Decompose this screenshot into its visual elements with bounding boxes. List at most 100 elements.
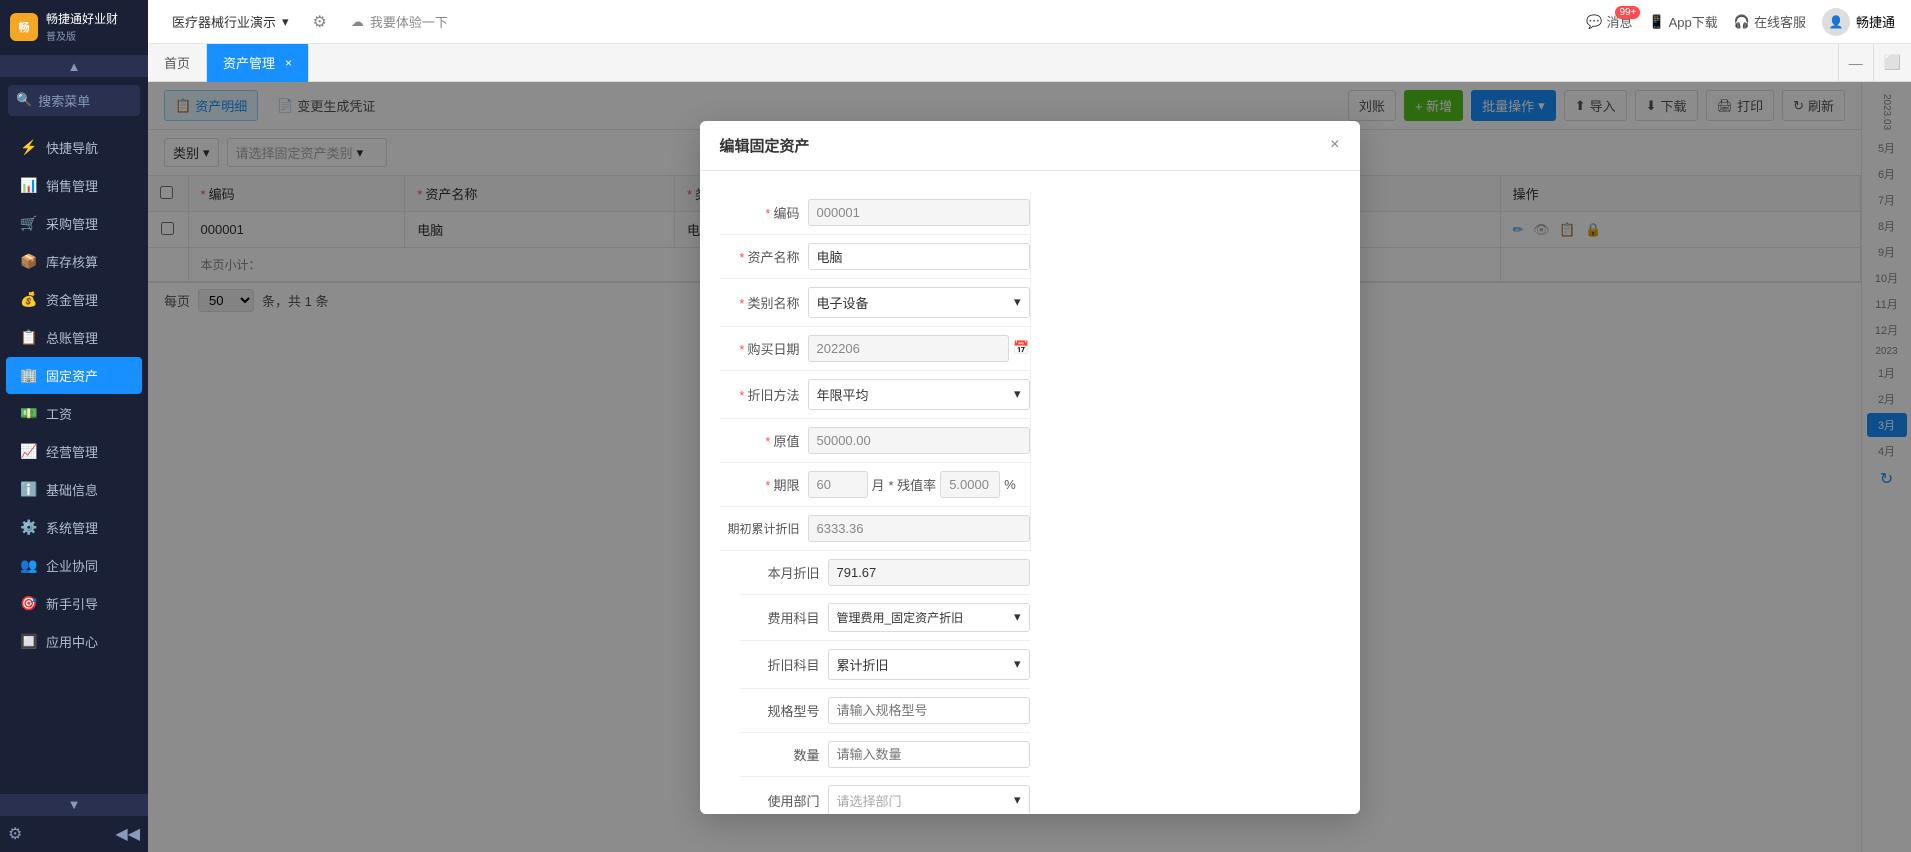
form-row-name: *资产名称 xyxy=(720,235,1030,279)
form-right-col: 本月折旧 费用科目 管理费用_固定资产折旧 ▾ xyxy=(720,551,1030,814)
sidebar-item-purchase[interactable]: 🛒 采购管理 xyxy=(6,205,142,242)
form-row-depreciation-method: *折旧方法 年限平均 ▾ xyxy=(720,371,1030,419)
service-btn[interactable]: 🎧 在线客服 xyxy=(1734,12,1806,31)
sidebar-item-app-center[interactable]: 🔲 应用中心 xyxy=(6,623,142,660)
expense-subject-select[interactable]: 管理费用_固定资产折旧 ▾ xyxy=(828,603,1030,632)
maximize-btn[interactable]: ⬜ xyxy=(1873,44,1911,82)
sidebar-item-ledger[interactable]: 📋 总账管理 xyxy=(6,319,142,356)
chevron-down-icon: ▾ xyxy=(282,14,289,30)
tab-bar: 首页 资产管理 × — ⬜ xyxy=(148,44,1911,82)
monthly-depr-label: 本月折旧 xyxy=(740,563,820,582)
spec-label: 规格型号 xyxy=(740,701,820,720)
sidebar-item-label: 采购管理 xyxy=(46,214,98,233)
app-download-label: App下载 xyxy=(1669,12,1718,31)
residual-rate-label: * 残值率 xyxy=(889,475,937,494)
depreciation-method-select[interactable]: 年限平均 ▾ xyxy=(808,379,1030,410)
modal-title: 编辑固定资产 xyxy=(720,135,810,156)
content-area: 📋 资产明细 📄 变更生成凭证 刘账 + 新增 批量操作 xyxy=(148,82,1911,852)
avatar-icon: 👤 xyxy=(1829,15,1844,29)
tab-asset-management[interactable]: 资产管理 × xyxy=(207,44,309,82)
ledger-icon: 📋 xyxy=(20,328,38,346)
experience-btn[interactable]: ☁ 我要体验一下 xyxy=(351,12,448,31)
sidebar-item-basic-info[interactable]: ℹ️ 基础信息 xyxy=(6,471,142,508)
spec-input[interactable] xyxy=(828,697,1030,724)
app-subtitle: 普及版 xyxy=(46,28,118,43)
sidebar-item-inventory[interactable]: 📦 库存核算 xyxy=(6,243,142,280)
modal-header: 编辑固定资产 × xyxy=(700,121,1360,171)
settings-icon[interactable]: ⚙ xyxy=(309,8,331,36)
tab-close-icon[interactable]: × xyxy=(285,56,292,70)
form-row-category: *类别名称 电子设备 ▾ xyxy=(720,279,1030,327)
scroll-up[interactable]: ▲ xyxy=(0,56,148,77)
sidebar-item-label: 系统管理 xyxy=(46,518,98,537)
sidebar-item-sales[interactable]: 📊 销售管理 xyxy=(6,167,142,204)
expense-subject-label: 费用科目 xyxy=(740,608,820,627)
period-input[interactable] xyxy=(808,471,868,498)
app-center-icon: 🔲 xyxy=(20,632,38,650)
sidebar-item-fixed-assets[interactable]: 🏢 固定资产 xyxy=(6,357,142,394)
residual-rate-input[interactable] xyxy=(940,471,1000,498)
original-value-label: *原值 xyxy=(720,431,800,450)
name-input[interactable] xyxy=(808,243,1030,270)
tab-home[interactable]: 首页 xyxy=(148,44,207,82)
sidebar-item-salary[interactable]: 💵 工资 xyxy=(6,395,142,432)
sidebar-item-quick-nav[interactable]: ⚡ 快捷导航 xyxy=(6,129,142,166)
topbar-right: 💬 消息 99+ 📱 App下载 🎧 在线客服 👤 畅捷通 xyxy=(1586,8,1895,36)
user-menu[interactable]: 👤 畅捷通 xyxy=(1822,8,1895,36)
purchase-date-input[interactable] xyxy=(808,335,1010,362)
sidebar-nav: ⚡ 快捷导航 📊 销售管理 🛒 采购管理 📦 库存核算 💰 资金管理 📋 总账管… xyxy=(0,124,148,794)
scroll-down[interactable]: ▼ xyxy=(0,794,148,815)
depr-subject-select[interactable]: 累计折旧 ▾ xyxy=(828,649,1030,680)
quantity-input[interactable] xyxy=(828,741,1030,768)
tab-home-label: 首页 xyxy=(164,53,190,72)
sidebar-item-label: 总账管理 xyxy=(46,328,98,347)
chevron-down-icon: ▾ xyxy=(1014,656,1021,672)
sidebar-item-collab[interactable]: 👥 企业协同 xyxy=(6,547,142,584)
sidebar-item-finance[interactable]: 💰 资金管理 xyxy=(6,281,142,318)
form-grid: *编码 *资产名称 *类别名称 电子设备 xyxy=(720,191,1340,814)
service-label: 在线客服 xyxy=(1754,12,1806,31)
main-area: 医疗器械行业演示 ▾ ⚙ ☁ 我要体验一下 💬 消息 99+ 📱 App下载 🎧… xyxy=(148,0,1911,852)
message-icon: 💬 xyxy=(1586,14,1602,30)
code-input[interactable] xyxy=(808,199,1030,226)
sidebar-item-label: 新手引导 xyxy=(46,594,98,613)
sidebar-item-guide[interactable]: 🎯 新手引导 xyxy=(6,585,142,622)
original-value-input[interactable] xyxy=(808,427,1030,454)
sidebar-item-label: 库存核算 xyxy=(46,252,98,271)
search-label: 搜索菜单 xyxy=(38,91,90,110)
chevron-down-icon: ▾ xyxy=(1014,609,1021,625)
depr-subject-label: 折旧科目 xyxy=(740,655,820,674)
app-download-btn[interactable]: 📱 App下载 xyxy=(1648,12,1717,31)
settings-button[interactable]: ⚙ xyxy=(8,824,22,844)
form-row-spec: 规格型号 xyxy=(740,689,1030,733)
department-select[interactable]: 请选择部门 ▾ xyxy=(828,785,1030,814)
edit-modal: 编辑固定资产 × *编码 *资产名称 xyxy=(700,121,1360,814)
form-row-period: *期限 月 * 残值率 % xyxy=(720,463,1030,507)
sidebar-item-label: 经营管理 xyxy=(46,442,98,461)
category-value: 电子设备 xyxy=(817,293,869,312)
fixed-assets-icon: 🏢 xyxy=(20,366,38,384)
minimize-btn[interactable]: — xyxy=(1838,44,1873,82)
form-row-accum-depr: 期初累计折旧 xyxy=(720,507,1030,551)
category-select[interactable]: 电子设备 ▾ xyxy=(808,287,1030,318)
modal-body: *编码 *资产名称 *类别名称 电子设备 xyxy=(700,171,1360,814)
app-title-block: 畅捷通好业财 普及版 xyxy=(46,12,118,43)
sidebar-item-operations[interactable]: 📈 经营管理 xyxy=(6,433,142,470)
form-row-purchase-date: *购买日期 📅 xyxy=(720,327,1030,371)
company-selector[interactable]: 医疗器械行业演示 ▾ xyxy=(164,8,297,35)
avatar: 👤 xyxy=(1822,8,1850,36)
modal-close-btn[interactable]: × xyxy=(1330,136,1339,154)
accum-depr-input[interactable] xyxy=(808,515,1030,542)
sidebar-search[interactable]: 🔍 搜索菜单 xyxy=(8,85,140,116)
name-label: *资产名称 xyxy=(720,247,800,266)
collab-icon: 👥 xyxy=(20,556,38,574)
collapse-button[interactable]: ◀◀ xyxy=(115,824,140,844)
message-btn[interactable]: 💬 消息 99+ xyxy=(1586,12,1632,31)
sidebar-item-system[interactable]: ⚙️ 系统管理 xyxy=(6,509,142,546)
code-label: *编码 xyxy=(720,203,800,222)
calendar-icon[interactable]: 📅 xyxy=(1013,340,1029,356)
logo-text: 畅 xyxy=(19,19,30,35)
sidebar-header: 畅 畅捷通好业财 普及版 xyxy=(0,0,148,56)
inventory-icon: 📦 xyxy=(20,252,38,270)
cloud-icon: ☁ xyxy=(351,14,364,30)
